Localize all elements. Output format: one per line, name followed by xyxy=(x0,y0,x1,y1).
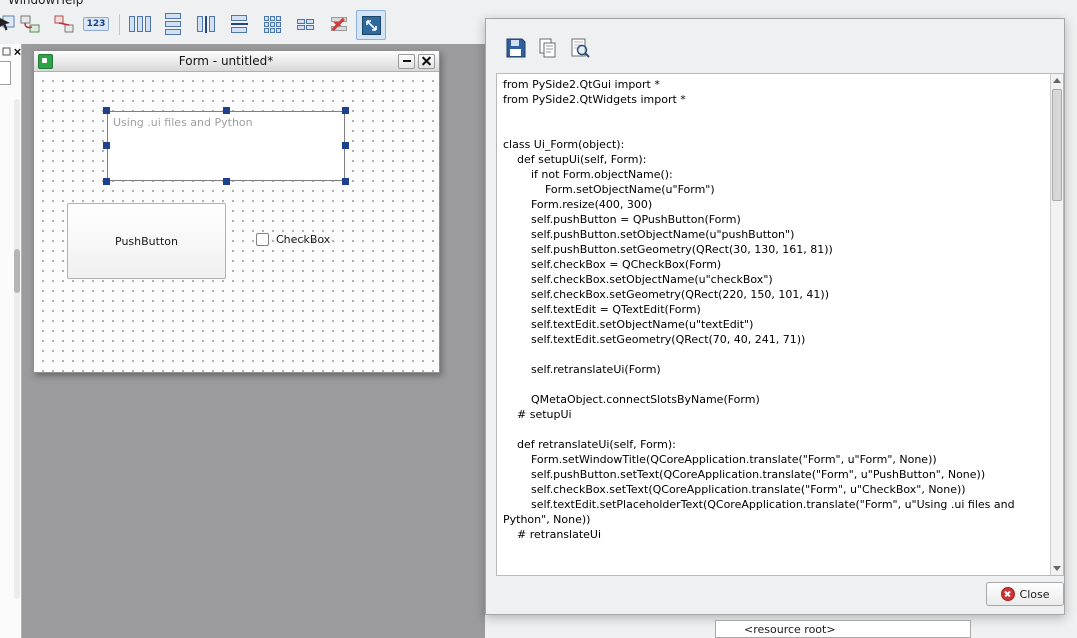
pushbutton-widget[interactable]: PushButton xyxy=(67,203,226,279)
close-dialog-icon xyxy=(1001,587,1015,601)
form-window-icon xyxy=(38,54,53,69)
code-scrollbar[interactable] xyxy=(1050,74,1063,575)
selection-handle-bottom-middle[interactable] xyxy=(223,178,230,185)
menu-window[interactable]: Window xyxy=(8,0,55,7)
layout-grid-button[interactable] xyxy=(258,10,286,38)
scroll-up-button[interactable] xyxy=(1051,74,1063,87)
form-window-titlebar[interactable]: Form - untitled* xyxy=(34,51,439,72)
checkbox-widget[interactable]: CheckBox xyxy=(256,233,330,246)
widget-box-scrollbar[interactable] xyxy=(14,99,20,599)
close-dialog-label: Close xyxy=(1020,588,1050,601)
mdi-workspace: Form - untitled* Using .ui files and Pyt… xyxy=(22,44,485,638)
layout-form-button[interactable] xyxy=(291,10,319,38)
dock-float-icon xyxy=(2,47,11,56)
selection-handle-bottom-left[interactable] xyxy=(103,178,110,185)
layout-vertically-splitter-button[interactable] xyxy=(225,10,253,38)
edit-signals-slots-button[interactable] xyxy=(16,10,44,38)
edit-tab-order-icon: 123 xyxy=(83,17,110,31)
adjust-size-icon xyxy=(362,16,381,35)
save-button[interactable] xyxy=(503,35,529,61)
code-scrollbar-thumb[interactable] xyxy=(1052,89,1062,201)
layout-horizontally-icon xyxy=(129,16,151,32)
edit-tab-order-button[interactable]: 123 xyxy=(82,10,110,38)
scroll-down-button[interactable] xyxy=(1051,562,1063,575)
break-layout-button[interactable] xyxy=(324,10,352,38)
menu-help[interactable]: Help xyxy=(56,0,83,7)
edit-signals-slots-icon xyxy=(20,15,40,33)
close-button[interactable] xyxy=(418,54,435,69)
dock-close-icon xyxy=(14,48,20,54)
layout-horizontally-splitter-icon xyxy=(197,16,215,33)
textedit-placeholder: Using .ui files and Python xyxy=(113,116,253,129)
scroll-down-icon xyxy=(1053,566,1061,571)
textedit-widget[interactable]: Using .ui files and Python xyxy=(107,111,345,181)
resource-root-item[interactable]: <resource root> xyxy=(744,623,836,636)
edit-buddies-button[interactable] xyxy=(50,10,78,38)
close-dialog-button[interactable]: Close xyxy=(986,582,1064,606)
selection-handle-bottom-right[interactable] xyxy=(342,178,349,185)
minimize-button[interactable] xyxy=(398,54,415,69)
selection-handle-middle-right[interactable] xyxy=(342,142,349,149)
dock-float-button[interactable] xyxy=(1,46,11,56)
resource-browser-panel: <resource root> xyxy=(715,620,971,638)
layout-horizontally-button[interactable] xyxy=(126,10,154,38)
layout-vertically-icon xyxy=(165,13,181,35)
pushbutton-label: PushButton xyxy=(115,235,178,248)
menubar: Window Help xyxy=(0,0,1077,8)
selection-handle-middle-left[interactable] xyxy=(103,142,110,149)
form-design-canvas[interactable]: Using .ui files and Python PushButton Ch… xyxy=(34,72,439,372)
copy-button[interactable] xyxy=(535,35,561,61)
break-layout-icon xyxy=(329,15,347,33)
code-view[interactable]: from PySide2.QtGui import * from PySide2… xyxy=(496,73,1064,576)
form-window: Form - untitled* Using .ui files and Pyt… xyxy=(33,50,440,373)
checkbox-label: CheckBox xyxy=(276,233,330,246)
save-icon xyxy=(505,37,527,59)
layout-form-icon xyxy=(297,19,314,30)
minimize-icon xyxy=(403,60,411,62)
find-icon xyxy=(569,37,591,59)
layout-vertically-splitter-icon xyxy=(231,15,248,33)
widget-filter-edge[interactable] xyxy=(0,61,11,85)
find-button[interactable] xyxy=(567,35,593,61)
copy-icon xyxy=(537,37,559,59)
selection-handle-top-left[interactable] xyxy=(103,107,110,114)
checkbox-indicator[interactable] xyxy=(256,233,269,246)
layout-grid-icon xyxy=(264,16,281,33)
selection-handle-top-middle[interactable] xyxy=(223,107,230,114)
layout-horizontally-splitter-button[interactable] xyxy=(192,10,220,38)
widget-box-scrollbar-thumb[interactable] xyxy=(14,249,20,293)
layout-vertically-button[interactable] xyxy=(159,10,187,38)
widget-box-panel-edge xyxy=(0,44,22,638)
generated-code: from PySide2.QtGui import * from PySide2… xyxy=(497,74,1050,575)
adjust-size-button[interactable] xyxy=(356,10,386,40)
close-icon xyxy=(422,57,431,66)
code-preview-dialog: from PySide2.QtGui import * from PySide2… xyxy=(485,18,1065,615)
form-window-title: Form - untitled* xyxy=(57,54,395,68)
selection-handle-top-right[interactable] xyxy=(342,107,349,114)
dock-close-button[interactable] xyxy=(12,46,22,56)
edit-buddies-icon xyxy=(54,15,74,33)
scroll-up-icon xyxy=(1053,78,1061,83)
toolbar-separator xyxy=(119,14,120,35)
edit-widgets-icon xyxy=(0,15,15,33)
